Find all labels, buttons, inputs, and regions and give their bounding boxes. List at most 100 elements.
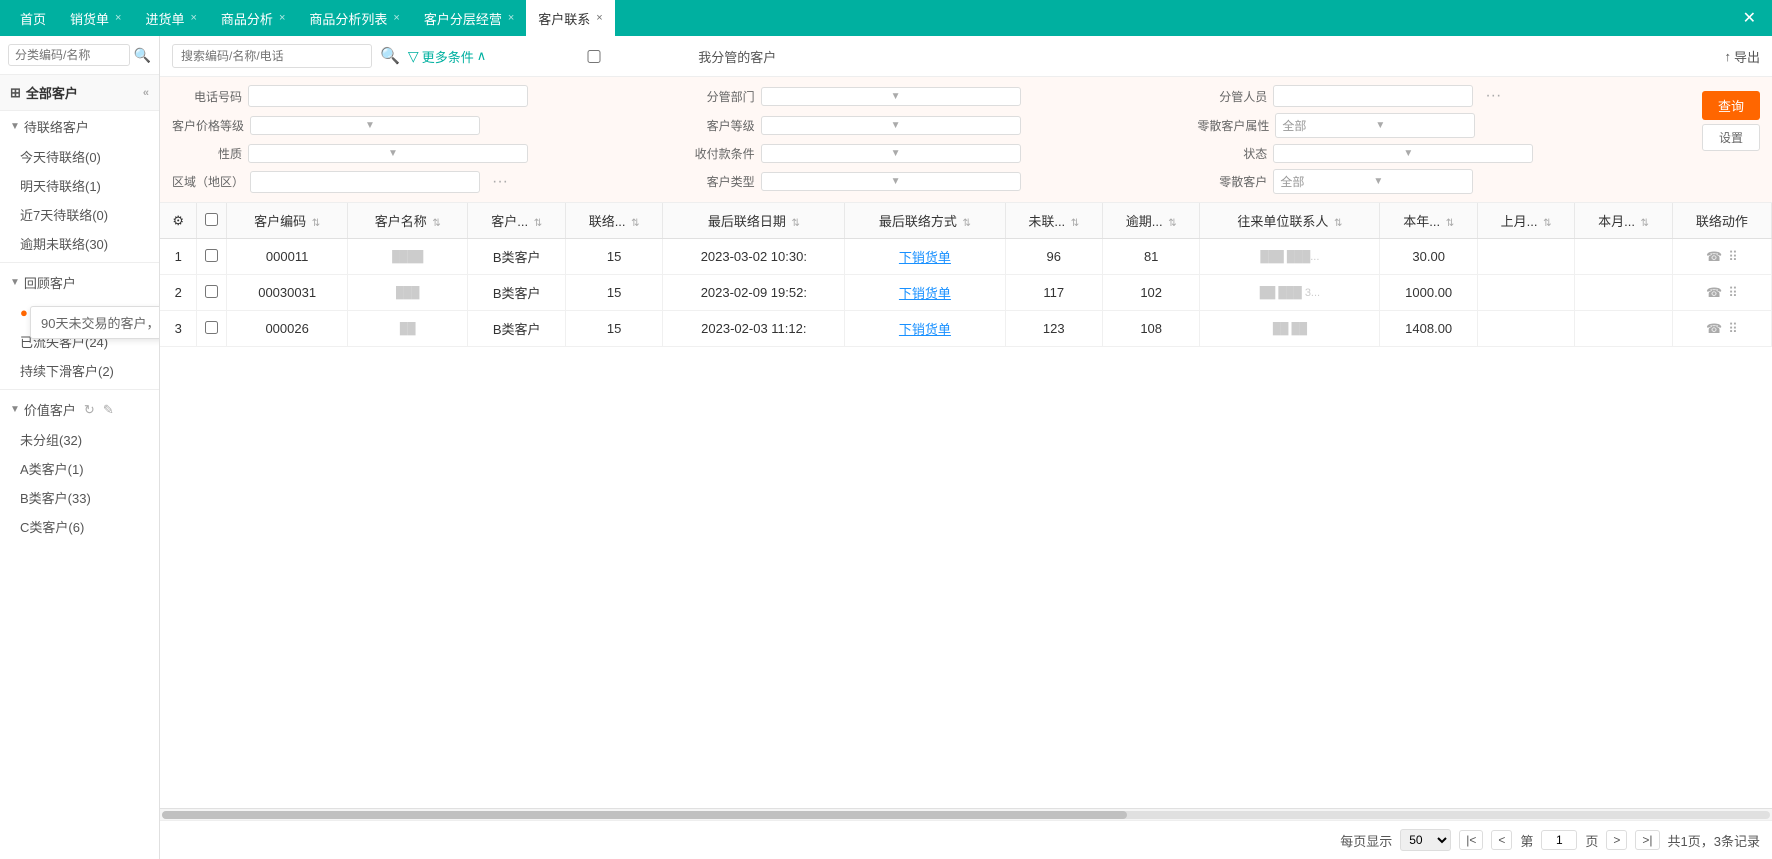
nav-tab-customer-tier[interactable]: 客户分层经营 × <box>412 0 526 36</box>
edit-icon[interactable]: ✎ <box>103 402 114 418</box>
settings-button[interactable]: 设置 <box>1702 124 1760 151</box>
first-page-button[interactable]: |< <box>1459 830 1483 850</box>
col-contact-count[interactable]: 联络... ⇅ <box>565 203 662 239</box>
cell-last-method[interactable]: 下销货单 <box>845 311 1005 347</box>
close-tab-product-analysis[interactable]: × <box>279 12 285 24</box>
collapse-icon[interactable]: « <box>143 87 149 99</box>
action-more-icon-2[interactable]: ⠿ <box>1728 321 1738 337</box>
price-grade-select[interactable]: ▼ <box>250 116 480 135</box>
nav-tab-customer-contact[interactable]: 客户联系 × <box>526 0 614 36</box>
table-row: 1 000011 ████ B类客户 15 2023-03-02 10:30: … <box>160 239 1772 275</box>
close-tab-sales[interactable]: × <box>115 12 121 24</box>
cell-last-method[interactable]: 下销货单 <box>845 275 1005 311</box>
col-uncontacted[interactable]: 未联... ⇅ <box>1005 203 1102 239</box>
col-last-month[interactable]: 上月... ⇅ <box>1477 203 1574 239</box>
cell-checkbox <box>197 311 227 347</box>
close-tab-product-list[interactable]: × <box>393 12 399 24</box>
phone-input[interactable] <box>248 85 528 107</box>
my-customers-check[interactable] <box>494 50 694 63</box>
sidebar-item-class-a[interactable]: A类客户(1) <box>0 454 159 483</box>
export-button[interactable]: ↑ 导出 <box>1724 47 1760 66</box>
sidebar-all-customers[interactable]: ⊞ 全部客户 « <box>0 75 159 111</box>
customer-grade-select[interactable]: ▼ <box>761 116 1021 135</box>
sidebar-item-class-b[interactable]: B类客户(33) <box>0 483 159 512</box>
refresh-icon[interactable]: ↻ <box>84 402 95 418</box>
prev-page-button[interactable]: < <box>1491 830 1512 850</box>
my-customers-checkbox[interactable]: 我分管的客户 <box>494 47 776 66</box>
region-input[interactable] <box>250 171 480 193</box>
nav-tab-product-list[interactable]: 商品分析列表 × <box>297 0 411 36</box>
action-contact-icon-2[interactable]: ☎ <box>1706 321 1722 337</box>
sidebar-item-7days[interactable]: 近7天待联络(0) <box>0 200 159 229</box>
manager-more-icon[interactable]: ··· <box>1479 87 1507 105</box>
table-row: 2 00030031 ███ B类客户 15 2023-02-09 19:52:… <box>160 275 1772 311</box>
col-overdue[interactable]: 逾期... ⇅ <box>1102 203 1199 239</box>
dept-select[interactable]: ▼ <box>761 87 1021 106</box>
query-button[interactable]: 查询 <box>1702 91 1760 120</box>
row-checkbox-0[interactable] <box>205 249 218 262</box>
col-last-method[interactable]: 最后联络方式 ⇅ <box>845 203 1005 239</box>
customer-type-arrow-icon: ▼ <box>891 176 1014 187</box>
sidebar-group-value[interactable]: ▼ 价值客户 ↻ ✎ <box>0 394 159 425</box>
col-type[interactable]: 客户... ⇅ <box>468 203 565 239</box>
sidebar-search-input[interactable] <box>8 44 130 66</box>
action-more-icon-1[interactable]: ⠿ <box>1728 285 1738 301</box>
nav-tab-purchase[interactable]: 进货单 × <box>133 0 208 36</box>
status-select[interactable]: ▼ <box>1273 144 1533 163</box>
region-more-icon[interactable]: ··· <box>486 173 514 191</box>
nav-tab-sales[interactable]: 销货单 × <box>58 0 133 36</box>
sidebar-item-class-c[interactable]: C类客户(6) <box>0 512 159 541</box>
payment-select[interactable]: ▼ <box>761 144 1021 163</box>
sidebar-search-icon[interactable]: 🔍 <box>134 47 151 64</box>
action-contact-icon[interactable]: ☎ <box>1706 249 1722 265</box>
manager-input[interactable] <box>1273 85 1473 107</box>
col-code[interactable]: 客户编码 ⇅ <box>227 203 348 239</box>
search-input[interactable] <box>172 44 372 68</box>
cell-last-month <box>1477 275 1574 311</box>
page-input[interactable] <box>1541 830 1577 850</box>
cell-last-method[interactable]: 下销货单 <box>845 239 1005 275</box>
close-tab-purchase[interactable]: × <box>190 12 196 24</box>
col-contact-person[interactable]: 往来单位联系人 ⇅ <box>1200 203 1380 239</box>
cell-checkbox <box>197 275 227 311</box>
action-contact-icon-1[interactable]: ☎ <box>1706 285 1722 301</box>
customer-grade-arrow-icon: ▼ <box>891 120 1014 131</box>
col-last-date[interactable]: 最后联络日期 ⇅ <box>663 203 845 239</box>
sidebar-item-tomorrow[interactable]: 明天待联络(1) <box>0 171 159 200</box>
action-icons-0: ☎ ⠿ <box>1679 249 1765 265</box>
last-page-button[interactable]: >| <box>1635 830 1659 850</box>
customer-type-select[interactable]: ▼ <box>761 172 1021 191</box>
row-checkbox-2[interactable] <box>205 321 218 334</box>
sidebar-item-ungrouped[interactable]: 未分组(32) <box>0 425 159 454</box>
col-year-amount[interactable]: 本年... ⇅ <box>1380 203 1477 239</box>
per-page-select[interactable]: 50 100 <box>1400 829 1451 851</box>
scrollbar-thumb[interactable] <box>162 811 1127 819</box>
table-wrapper: ⚙ 客户编码 ⇅ 客户名称 ⇅ 客户... ⇅ 联络... ⇅ 最后联络日期 ⇅… <box>160 203 1772 808</box>
nav-tab-product-analysis[interactable]: 商品分析 × <box>209 0 297 36</box>
close-tab-customer-contact[interactable]: × <box>596 12 602 24</box>
sidebar-item-declining[interactable]: 持续下滑客户(2) <box>0 356 159 385</box>
search-button[interactable]: 🔍 <box>380 46 400 66</box>
scatter-customer-select[interactable]: 全部 ▼ <box>1273 169 1473 194</box>
filter-field-status: 状态 ▼ <box>1197 144 1694 163</box>
nav-tab-home[interactable]: 首页 <box>8 0 58 36</box>
cell-contact-person: ██ ██ <box>1200 311 1380 347</box>
select-all-checkbox[interactable] <box>205 213 218 226</box>
settings-icon[interactable]: ⚙ <box>172 213 184 228</box>
sidebar-group-review[interactable]: ▼ 回顾客户 <box>0 267 159 298</box>
col-this-month[interactable]: 本月... ⇅ <box>1575 203 1672 239</box>
sidebar-group-pending[interactable]: ▼ 待联络客户 <box>0 111 159 142</box>
sidebar-item-overdue[interactable]: 逾期未联络(30) <box>0 229 159 258</box>
horizontal-scrollbar[interactable] <box>160 808 1772 820</box>
sidebar-item-today[interactable]: 今天待联络(0) <box>0 142 159 171</box>
row-checkbox-1[interactable] <box>205 285 218 298</box>
action-more-icon[interactable]: ⠿ <box>1728 249 1738 265</box>
col-name[interactable]: 客户名称 ⇅ <box>347 203 468 239</box>
nature-select[interactable]: ▼ <box>248 144 528 163</box>
more-conditions-button[interactable]: ▽ 更多条件 ∧ <box>408 47 486 66</box>
scrollbar-track <box>162 811 1770 819</box>
close-window-button[interactable]: ✕ <box>1735 8 1764 28</box>
scatter-attr-select[interactable]: 全部 ▼ <box>1275 113 1475 138</box>
next-page-button[interactable]: > <box>1606 830 1627 850</box>
close-tab-customer-tier[interactable]: × <box>508 12 514 24</box>
